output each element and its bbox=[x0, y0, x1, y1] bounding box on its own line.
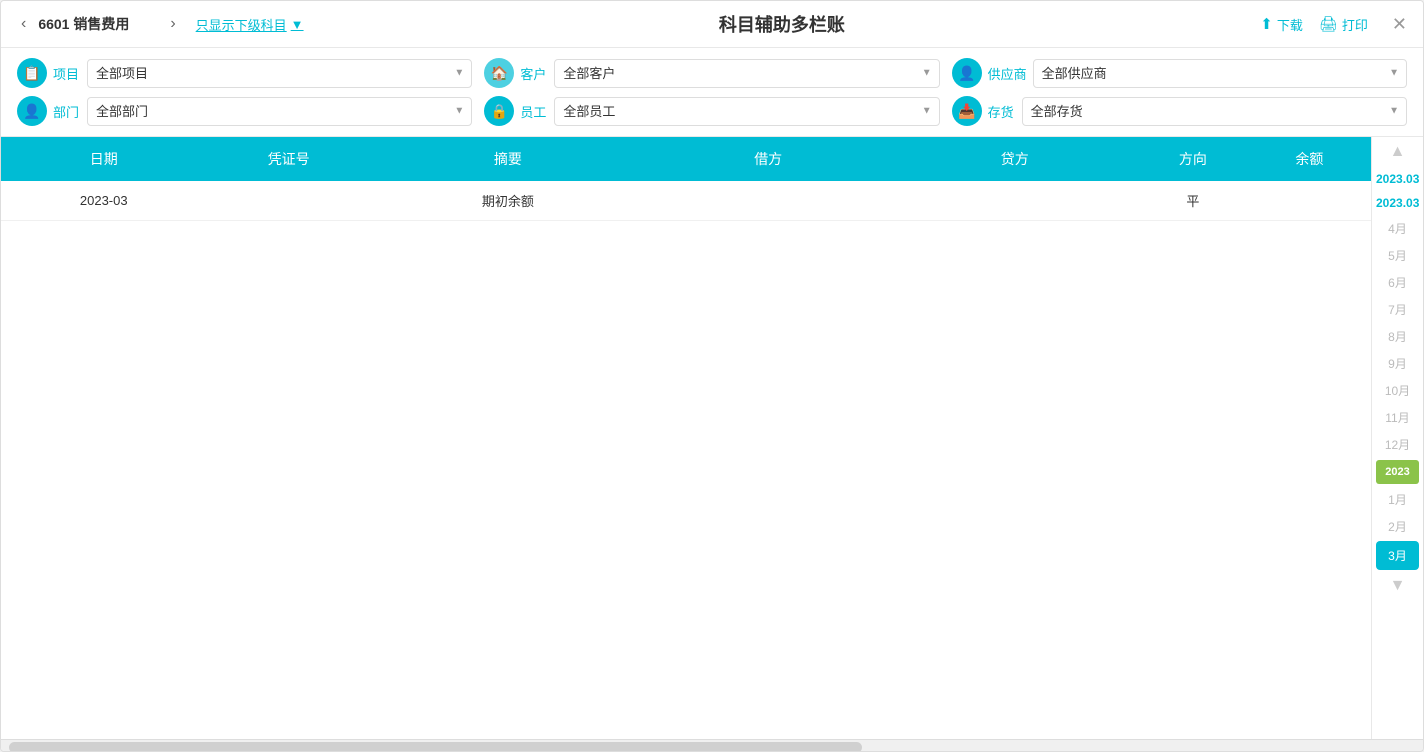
show-sub-label: 只显示下级科目 bbox=[196, 15, 287, 34]
close-button[interactable]: ✕ bbox=[1392, 14, 1407, 35]
timeline-period-6[interactable]: 6月 bbox=[1372, 269, 1423, 296]
supplier-icon: 👤 bbox=[952, 58, 982, 88]
project-select-wrapper: 全部项目 bbox=[87, 59, 472, 88]
department-icon: 👤 bbox=[17, 96, 47, 126]
top-bar: ‹ 6601 销售费用 › 只显示下级科目 ▼ 科目辅助多栏账 ⬆ 下载 🖨 打… bbox=[1, 1, 1423, 48]
col-date: 日期 bbox=[1, 137, 207, 181]
timeline-period-11[interactable]: 11月 bbox=[1372, 404, 1423, 431]
page-title: 科目辅助多栏账 bbox=[312, 11, 1253, 37]
table-area[interactable]: 日期 凭证号 摘要 借方 贷方 方向 余额 2023-03 期初余额 平 bbox=[1, 137, 1371, 739]
col-direction: 方向 bbox=[1138, 137, 1248, 181]
inventory-select[interactable]: 全部存货 bbox=[1022, 97, 1407, 126]
print-button[interactable]: 🖨 打印 bbox=[1319, 15, 1368, 34]
col-summary: 摘要 bbox=[371, 137, 645, 181]
top-actions: ⬆ 下载 🖨 打印 ✕ bbox=[1260, 14, 1407, 35]
col-credit: 贷方 bbox=[891, 137, 1138, 181]
main-window: ‹ 6601 销售费用 › 只显示下级科目 ▼ 科目辅助多栏账 ⬆ 下载 🖨 打… bbox=[0, 0, 1424, 752]
timeline-period-3-active[interactable]: 3月 bbox=[1376, 541, 1419, 570]
filter-project: 📋 项目 全部项目 bbox=[17, 58, 472, 88]
col-debit: 借方 bbox=[645, 137, 892, 181]
table-header-row: 日期 凭证号 摘要 借方 贷方 方向 余额 bbox=[1, 137, 1371, 181]
filter-department: 👤 部门 全部部门 bbox=[17, 96, 472, 126]
filter-supplier: 👤 供应商 全部供应商 bbox=[952, 58, 1407, 88]
timeline-period-10[interactable]: 10月 bbox=[1372, 377, 1423, 404]
timeline-period-2023-03-b[interactable]: 2023.03 bbox=[1372, 191, 1423, 215]
timeline-period-7[interactable]: 7月 bbox=[1372, 296, 1423, 323]
cell-voucher bbox=[207, 181, 371, 221]
print-label: 打印 bbox=[1342, 15, 1368, 34]
filter-row-1: 📋 项目 全部项目 🏠 客户 全部客户 👤 供应商 bbox=[17, 58, 1407, 88]
inventory-label: 存货 bbox=[988, 102, 1016, 121]
download-label: 下载 bbox=[1277, 15, 1303, 34]
cell-summary: 期初余额 bbox=[371, 181, 645, 221]
customer-select[interactable]: 全部客户 bbox=[554, 59, 939, 88]
print-icon: 🖨 bbox=[1319, 15, 1338, 33]
inventory-select-wrapper: 全部存货 bbox=[1022, 97, 1407, 126]
project-label: 项目 bbox=[53, 64, 81, 83]
timeline-down-button[interactable]: ▼ bbox=[1372, 571, 1423, 601]
timeline-period-2023-03-top[interactable]: 2023.03 bbox=[1372, 167, 1423, 191]
timeline-period-8[interactable]: 8月 bbox=[1372, 323, 1423, 350]
supplier-select[interactable]: 全部供应商 bbox=[1033, 59, 1407, 88]
employee-select[interactable]: 全部员工 bbox=[554, 97, 939, 126]
timeline-period-1[interactable]: 1月 bbox=[1372, 486, 1423, 513]
next-account-button[interactable]: › bbox=[166, 13, 179, 35]
download-button[interactable]: ⬆ 下载 bbox=[1260, 15, 1303, 34]
filter-employee: 🔒 员工 全部员工 bbox=[484, 96, 939, 126]
customer-label: 客户 bbox=[520, 64, 548, 83]
customer-select-wrapper: 全部客户 bbox=[554, 59, 939, 88]
supplier-select-wrapper: 全部供应商 bbox=[1033, 59, 1407, 88]
customer-icon: 🏠 bbox=[484, 58, 514, 88]
ledger-table: 日期 凭证号 摘要 借方 贷方 方向 余额 2023-03 期初余额 平 bbox=[1, 137, 1371, 221]
timeline-year-2023[interactable]: 2023 bbox=[1376, 460, 1419, 484]
content-area: 日期 凭证号 摘要 借方 贷方 方向 余额 2023-03 期初余额 平 bbox=[1, 137, 1423, 739]
filter-area: 📋 项目 全部项目 🏠 客户 全部客户 👤 供应商 bbox=[1, 48, 1423, 137]
horizontal-scrollbar[interactable] bbox=[1, 739, 1423, 751]
supplier-label: 供应商 bbox=[988, 64, 1027, 83]
cell-balance bbox=[1248, 181, 1371, 221]
employee-label: 员工 bbox=[520, 102, 548, 121]
department-label: 部门 bbox=[53, 102, 81, 121]
show-sub-toggle[interactable]: 只显示下级科目 ▼ bbox=[196, 15, 304, 34]
filter-customer: 🏠 客户 全部客户 bbox=[484, 58, 939, 88]
col-voucher: 凭证号 bbox=[207, 137, 371, 181]
chevron-down-icon: ▼ bbox=[291, 17, 304, 32]
timeline-period-5[interactable]: 5月 bbox=[1372, 242, 1423, 269]
project-select[interactable]: 全部项目 bbox=[87, 59, 472, 88]
employee-icon: 🔒 bbox=[484, 96, 514, 126]
cell-debit bbox=[645, 181, 892, 221]
department-select-wrapper: 全部部门 bbox=[87, 97, 472, 126]
account-code: 6601 销售费用 bbox=[38, 14, 158, 34]
cell-date: 2023-03 bbox=[1, 181, 207, 221]
table-row: 2023-03 期初余额 平 bbox=[1, 181, 1371, 221]
cell-direction: 平 bbox=[1138, 181, 1248, 221]
project-icon: 📋 bbox=[17, 58, 47, 88]
timeline-period-12[interactable]: 12月 bbox=[1372, 431, 1423, 458]
download-icon: ⬆ bbox=[1260, 15, 1273, 33]
inventory-icon: 📥 bbox=[952, 96, 982, 126]
department-select[interactable]: 全部部门 bbox=[87, 97, 472, 126]
timeline-panel: ▲ 2023.03 2023.03 4月 5月 6月 7月 8月 9月 10月 … bbox=[1371, 137, 1423, 739]
timeline-period-4[interactable]: 4月 bbox=[1372, 215, 1423, 242]
prev-account-button[interactable]: ‹ bbox=[17, 13, 30, 35]
timeline-up-button[interactable]: ▲ bbox=[1372, 137, 1423, 167]
employee-select-wrapper: 全部员工 bbox=[554, 97, 939, 126]
timeline-period-2[interactable]: 2月 bbox=[1372, 513, 1423, 540]
cell-credit bbox=[891, 181, 1138, 221]
filter-row-2: 👤 部门 全部部门 🔒 员工 全部员工 📥 存货 bbox=[17, 96, 1407, 126]
timeline-period-9[interactable]: 9月 bbox=[1372, 350, 1423, 377]
filter-inventory: 📥 存货 全部存货 bbox=[952, 96, 1407, 126]
col-balance: 余额 bbox=[1248, 137, 1371, 181]
